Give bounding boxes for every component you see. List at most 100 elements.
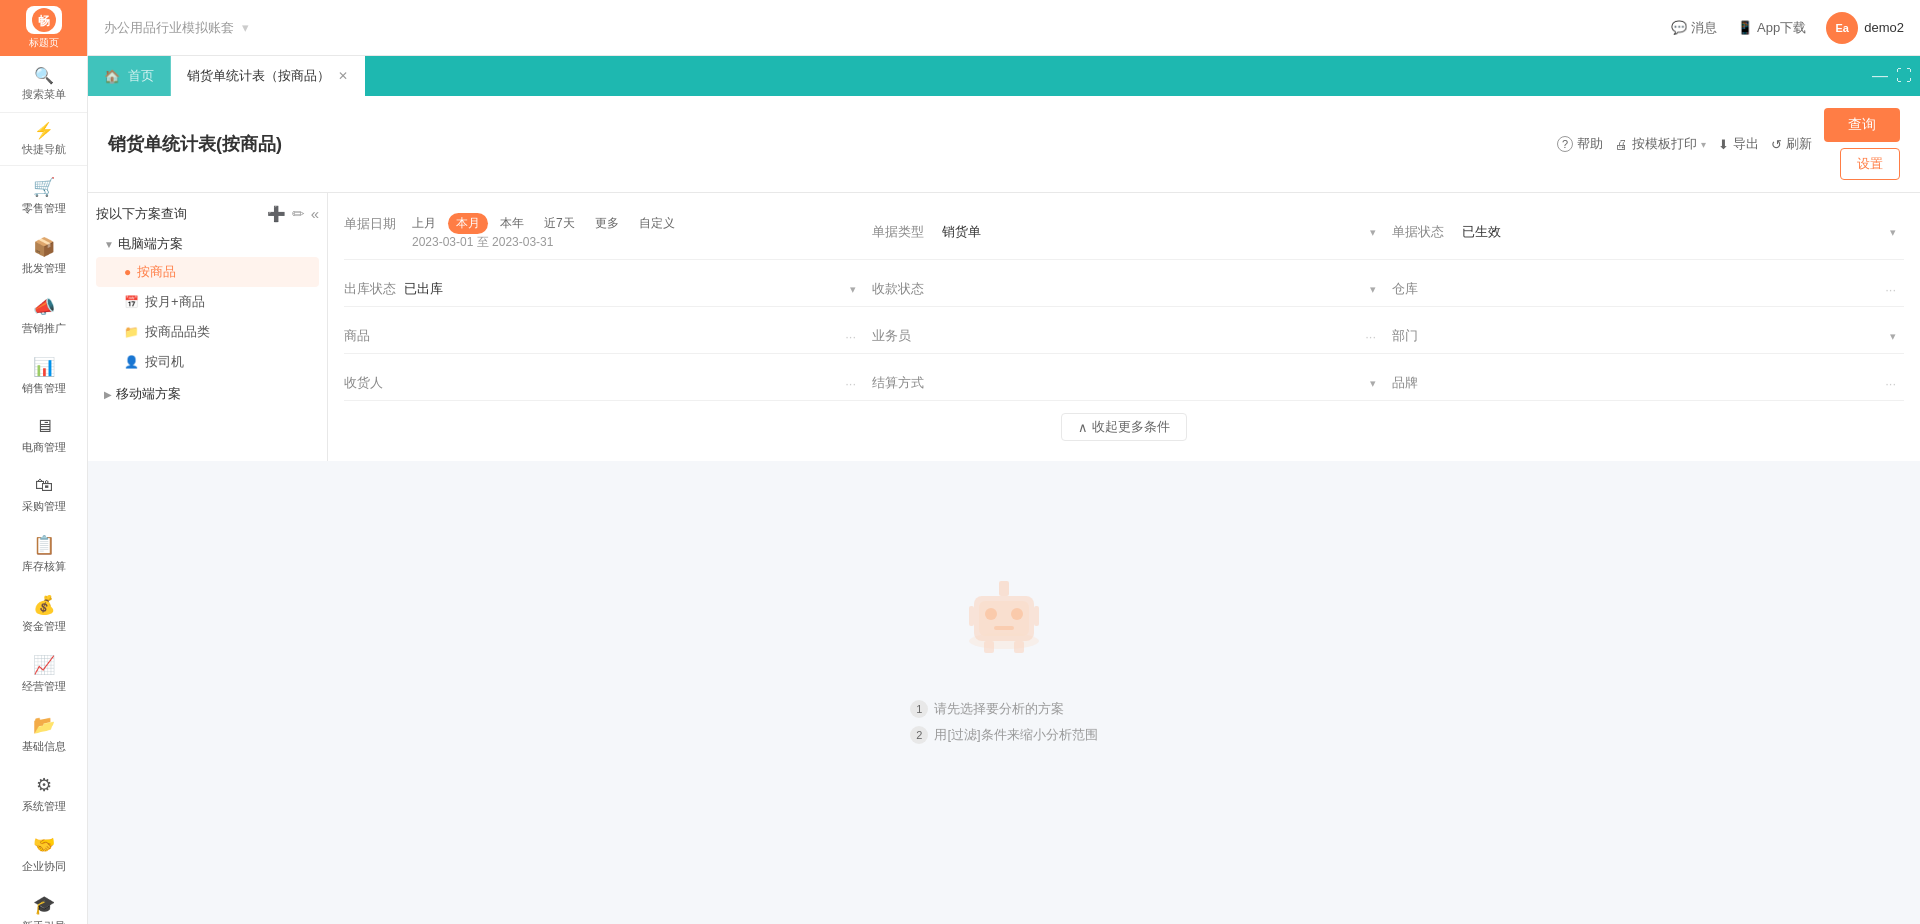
sidebar-item-guide[interactable]: 🎓 新手引导 (0, 884, 87, 924)
scheme-item-by-category[interactable]: 📁 按商品品类 (96, 317, 319, 347)
date-label: 单据日期 (344, 213, 404, 233)
page-header-actions: ? 帮助 🖨 按模板打印 ▾ ⬇ 导出 ↺ 刷新 查询 (1557, 108, 1900, 180)
date-tab-last7[interactable]: 近7天 (536, 213, 583, 234)
filter-doc-type: 单据类型 销货单 ▾ (864, 205, 1384, 260)
ecommerce-icon: 🖥 (35, 416, 53, 437)
scheme-add-icon[interactable]: ➕ (267, 205, 286, 223)
tab-minimize-icon[interactable]: — (1872, 67, 1888, 85)
tab-report[interactable]: 销货单统计表（按商品） ✕ (171, 56, 365, 96)
department-label: 部门 (1392, 327, 1462, 345)
scheme-item-by-cashier[interactable]: 👤 按司机 (96, 347, 319, 377)
date-tab-thismonth[interactable]: 本月 (448, 213, 488, 234)
main-content: 办公用品行业模拟账套 ▾ 💬 消息 📱 App下载 Ea demo2 🏠 首页 (88, 0, 1920, 924)
inventory-icon: 📋 (33, 534, 55, 556)
scheme-actions: ➕ ✏ « (267, 205, 319, 223)
sidebar-item-wholesale[interactable]: 📦 批发管理 (0, 226, 87, 286)
svg-rect-11 (984, 641, 994, 653)
tip-item-2: 2 用[过滤]条件来缩小分析范围 (910, 722, 1097, 748)
scheme-category-mobile[interactable]: ▶ 移动端方案 (96, 381, 319, 407)
warehouse-out-select[interactable]: 已出库 ▾ (404, 280, 856, 298)
sidebar-item-system[interactable]: ⚙ 系统管理 (0, 764, 87, 824)
date-tabs: 上月 本月 本年 近7天 更多 自定义 (404, 213, 856, 234)
svg-rect-12 (1014, 641, 1024, 653)
filter-warehouse-out: 出库状态 已出库 ▾ (344, 272, 864, 307)
app-download-action[interactable]: 📱 App下载 (1737, 19, 1806, 37)
system-icon: ⚙ (36, 774, 52, 796)
payment-label: 收款状态 (872, 280, 942, 298)
scheme-panel: 按以下方案查询 ➕ ✏ « ▼ 电脑端方案 (88, 193, 328, 461)
product-dots-icon[interactable]: ··· (845, 329, 856, 344)
mobile-expand-icon: ▶ (104, 389, 112, 400)
brand-dots-icon[interactable]: ··· (1885, 376, 1896, 391)
tab-home[interactable]: 🏠 首页 (88, 56, 171, 96)
salesperson-dots-icon[interactable]: ··· (1365, 329, 1376, 344)
export-button[interactable]: ⬇ 导出 (1718, 135, 1759, 153)
sidebar-item-marketing[interactable]: 📣 营销推广 (0, 286, 87, 346)
breadcrumb-arrow: ▾ (242, 20, 249, 35)
sidebar-quicknav[interactable]: ⚡ 快捷导航 (0, 113, 87, 166)
help-button[interactable]: ? 帮助 (1557, 135, 1603, 153)
refresh-button[interactable]: ↺ 刷新 (1771, 135, 1812, 153)
finance-icon: 💰 (33, 594, 55, 616)
sidebar-item-inventory[interactable]: 📋 库存核算 (0, 524, 87, 584)
collapse-more-button[interactable]: ∧ 收起更多条件 (1061, 413, 1187, 441)
department-chevron-icon: ▾ (1890, 330, 1896, 343)
sidebar-search[interactable]: 🔍 搜索菜单 (0, 56, 87, 113)
tab-maximize-icon[interactable]: ⛶ (1896, 67, 1912, 85)
sidebar-logo: 畅 标题页 (0, 0, 87, 56)
scheme-edit-icon[interactable]: ✏ (292, 205, 305, 223)
guide-icon: 🎓 (33, 894, 55, 916)
query-button[interactable]: 查询 (1824, 108, 1900, 142)
print-button[interactable]: 🖨 按模板打印 ▾ (1615, 135, 1706, 153)
sidebar-item-operations[interactable]: 📈 经营管理 (0, 644, 87, 704)
user-area[interactable]: Ea demo2 (1826, 12, 1904, 44)
print-icon: 🖨 (1615, 137, 1628, 152)
payment-chevron-icon: ▾ (1370, 283, 1376, 296)
scheme-item-by-month-product[interactable]: 📅 按月+商品 (96, 287, 319, 317)
date-filter-controls: 上月 本月 本年 近7天 更多 自定义 2023-03-01 至 2023-03… (404, 213, 856, 251)
department-select[interactable]: ▾ (1462, 330, 1896, 343)
setting-button[interactable]: 设置 (1840, 148, 1900, 180)
filter-product: 商品 ··· (344, 319, 864, 354)
tab-close-icon[interactable]: ✕ (338, 69, 348, 83)
sidebar-item-ecommerce[interactable]: 🖥 电商管理 (0, 406, 87, 465)
filter-brand: 品牌 ··· (1384, 366, 1904, 401)
message-action[interactable]: 💬 消息 (1671, 19, 1717, 37)
warehouse-out-value: 已出库 (404, 280, 443, 298)
refresh-icon: ↺ (1771, 137, 1782, 152)
filter-receiver: 收货人 ··· (344, 366, 864, 401)
empty-state-tips: 1 请先选择要分析的方案 2 用[过滤]条件来缩小分析范围 (910, 696, 1097, 748)
brand-label: 品牌 (1392, 374, 1462, 392)
scheme-category-mobile-label: 移动端方案 (116, 385, 181, 403)
scheme-category-pc[interactable]: ▼ 电脑端方案 (96, 231, 319, 257)
payment-method-select[interactable]: ▾ (942, 377, 1376, 390)
sidebar-item-finance[interactable]: 💰 资金管理 (0, 584, 87, 644)
warehouse-select[interactable]: ··· (1462, 282, 1896, 297)
tabbar: 🏠 首页 销货单统计表（按商品） ✕ — ⛶ (88, 56, 1920, 96)
scheme-category-pc-label: 电脑端方案 (118, 235, 183, 253)
sidebar-item-sales[interactable]: 📊 销售管理 (0, 346, 87, 406)
sidebar-item-purchase[interactable]: 🛍 采购管理 (0, 465, 87, 524)
date-tab-more[interactable]: 更多 (587, 213, 627, 234)
topbar-right: 💬 消息 📱 App下载 Ea demo2 (1671, 12, 1904, 44)
filter-section-top: 按以下方案查询 ➕ ✏ « ▼ 电脑端方案 (88, 193, 1920, 461)
doc-type-select[interactable]: 销货单 ▾ (942, 223, 1376, 241)
doc-status-value: 已生效 (1462, 223, 1501, 241)
warehouse-dots-icon[interactable]: ··· (1885, 282, 1896, 297)
sidebar-item-enterprise[interactable]: 🤝 企业协同 (0, 824, 87, 884)
scheme-item-by-product[interactable]: ● 按商品 (96, 257, 319, 287)
sidebar-item-retail[interactable]: 🛒 零售管理 (0, 166, 87, 226)
scheme-collapse-icon[interactable]: « (311, 205, 319, 223)
scheme-header: 按以下方案查询 ➕ ✏ « (96, 205, 319, 223)
doc-status-select[interactable]: 已生效 ▾ (1462, 223, 1896, 241)
sidebar-item-basic[interactable]: 📂 基础信息 (0, 704, 87, 764)
date-tab-lastmonth[interactable]: 上月 (404, 213, 444, 234)
receiver-dots-icon[interactable]: ··· (845, 376, 856, 391)
payment-select[interactable]: ▾ (942, 283, 1376, 296)
date-tab-thisyear[interactable]: 本年 (492, 213, 532, 234)
basic-icon: 📂 (33, 714, 55, 736)
help-icon: ? (1557, 136, 1573, 152)
scheme-item-person-icon: 👤 (124, 355, 139, 369)
date-range: 2023-03-01 至 2023-03-31 (412, 234, 856, 251)
date-tab-custom[interactable]: 自定义 (631, 213, 683, 234)
